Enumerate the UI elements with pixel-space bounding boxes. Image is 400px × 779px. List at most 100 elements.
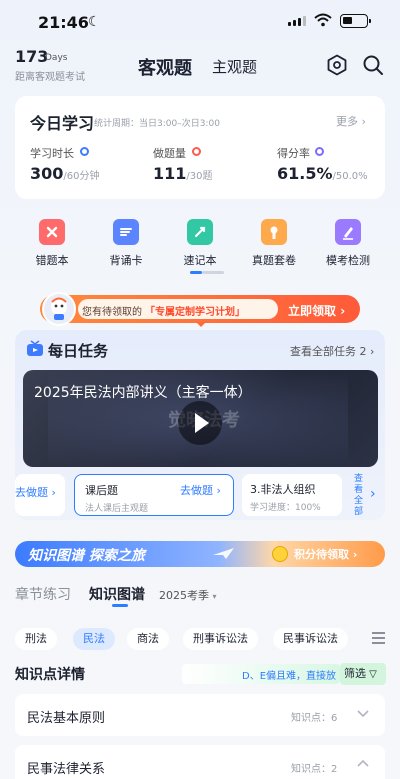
stat-questions-total: /30: [186, 171, 203, 182]
tool-error-book[interactable]: 错题本: [22, 219, 82, 268]
promo-pointer: [196, 322, 206, 327]
score-dot-icon: [315, 147, 324, 156]
filter-button[interactable]: 筛选 ▽: [340, 663, 386, 685]
caret-down-icon: ▾: [212, 592, 217, 601]
duration-dot-icon: [80, 147, 89, 156]
tab-knowledge-graph[interactable]: 知识图谱: [89, 584, 145, 604]
task-card-mid[interactable]: 课后题 去做题 › 法人课后主观题: [74, 474, 234, 516]
points-claim-link[interactable]: 积分待领取 ›: [294, 546, 357, 562]
chip-civil-law[interactable]: 民法: [73, 628, 115, 650]
stat-label-questions: 做题量: [153, 147, 186, 160]
view-all-tasks-link[interactable]: 查看全部任务 2 ›: [290, 343, 374, 359]
task-card-left[interactable]: 去做题 ›: [15, 474, 65, 516]
promo-highlight: 「专属定制学习计划」: [145, 307, 245, 318]
tool-exam-paper[interactable]: 真题套卷: [244, 219, 304, 268]
today-title: 今日学习: [30, 114, 95, 133]
task-mid-title: 课后题: [85, 484, 118, 497]
tool-label: 错题本: [35, 254, 69, 267]
tab-chapter-practice[interactable]: 章节练习: [15, 584, 71, 604]
tool-mock-exam[interactable]: 模考检测: [318, 219, 378, 268]
tool-label: 背诵卡: [109, 254, 143, 267]
stat-label-duration: 学习时长: [30, 147, 74, 160]
row-title: 民事法律关系: [27, 762, 106, 777]
chip-civil-procedure[interactable]: 民事诉讼法: [273, 628, 348, 650]
tools-scroll-indicator: [190, 271, 224, 274]
chip-commercial-law[interactable]: 商法: [127, 628, 169, 650]
stat-questions-value: 111: [153, 164, 187, 183]
today-period: 统计周期：当日3:00–次日3:00: [94, 119, 220, 129]
tool-label: 真题套卷: [252, 254, 296, 267]
task-mid-sub: 法人课后主观题: [85, 504, 149, 514]
tv-icon: [26, 340, 44, 362]
view-all-label: 查看全部任务: [290, 345, 356, 358]
points-claim-label: 积分待领取: [294, 548, 349, 561]
tab-subjective[interactable]: 主观题: [212, 56, 257, 77]
play-icon[interactable]: [178, 401, 222, 445]
tool-label: 速记本: [183, 254, 217, 267]
mock-exam-icon: [335, 219, 361, 245]
filter-icon: ▽: [366, 669, 377, 680]
filter-label: 筛选: [344, 667, 366, 680]
chevron-down-icon: [355, 705, 371, 725]
view-all-vertical-label: 查看全部: [354, 474, 364, 517]
tab-objective[interactable]: 客观题: [138, 54, 192, 80]
stat-score-value: 61.5%: [277, 164, 333, 183]
exam-paper-icon: [261, 219, 287, 245]
stat-duration-total: /60: [63, 171, 80, 182]
task-mid-link: 去做题 ›: [180, 484, 221, 497]
stat-duration: 300/60分钟: [30, 164, 100, 183]
search-icon[interactable]: [362, 54, 384, 76]
chip-criminal-law[interactable]: 刑法: [15, 628, 57, 650]
questions-dot-icon: [192, 147, 201, 156]
tab-active-indicator: [112, 604, 128, 607]
days-countdown: 173: [15, 47, 49, 66]
note-book-icon: [187, 219, 213, 245]
stat-questions: 111/30题: [153, 164, 213, 183]
season-label: 2025考季: [159, 589, 209, 602]
task-left-link: 去做题 ›: [15, 486, 56, 499]
knowledge-detail-title: 知识点详情: [15, 667, 85, 683]
stat-label-score: 得分率: [277, 147, 310, 160]
error-book-icon: [39, 219, 65, 245]
daily-tasks-title: 每日任务: [48, 342, 109, 360]
claim-now-button[interactable]: 立即领取 ›: [288, 302, 345, 319]
today-more-link[interactable]: 更多 ›: [336, 113, 366, 129]
row-count: 知识点：6: [291, 713, 338, 724]
task-right-title: 3.非法人组织: [250, 483, 316, 496]
knowledge-banner-title: 知识图谱 探索之旅: [28, 548, 145, 564]
knowledge-row[interactable]: 民法基本原则 知识点：6: [15, 694, 385, 736]
claim-now-label: 立即领取: [288, 304, 337, 318]
days-caption: 距离客观题考试: [15, 72, 85, 83]
plane-icon: [212, 545, 236, 565]
row-title: 民法基本原则: [27, 711, 106, 726]
menu-icon[interactable]: [372, 632, 385, 647]
more-label: 更多: [336, 115, 358, 128]
mascot-avatar: [42, 292, 76, 326]
tool-label: 模考检测: [326, 254, 370, 267]
moon-icon: ☾: [88, 14, 101, 30]
task-mid-link-label: 去做题: [180, 484, 213, 497]
view-all-count: 2: [359, 345, 367, 358]
status-time: 21:46: [38, 13, 89, 32]
task-card-right[interactable]: 3.非法人组织 学习进度：100%: [242, 474, 342, 516]
tool-recite-card[interactable]: 背诵卡: [96, 219, 156, 268]
tool-note-book[interactable]: 速记本: [170, 219, 230, 268]
task-right-sub: 学习进度：100%: [250, 503, 321, 513]
season-select[interactable]: 2025考季 ▾: [159, 587, 217, 603]
view-all-vertical-link[interactable]: 查看全部 ›: [350, 474, 385, 518]
video-title: 2025年民法内部讲义（主客一体）: [34, 385, 252, 401]
settings-hexagon-icon[interactable]: [326, 54, 348, 76]
chevron-up-icon: [355, 756, 371, 776]
recite-card-icon: [113, 219, 139, 245]
promo-text: 您有待领取的: [82, 307, 142, 318]
row-count: 知识点：2: [291, 764, 338, 775]
stat-duration-value: 300: [30, 164, 64, 183]
stat-questions-unit: 题: [202, 171, 213, 182]
chip-criminal-procedure[interactable]: 刑事诉讼法: [183, 628, 258, 650]
chevron-right-icon: ›: [370, 486, 376, 502]
hint-text: D、E偏且难，直接放: [242, 671, 337, 682]
days-unit: Days: [45, 53, 68, 63]
stat-score: 61.5%/50.0%: [277, 164, 368, 183]
signal-icon: [288, 16, 306, 26]
knowledge-row[interactable]: 民事法律关系 知识点：2: [15, 745, 385, 779]
